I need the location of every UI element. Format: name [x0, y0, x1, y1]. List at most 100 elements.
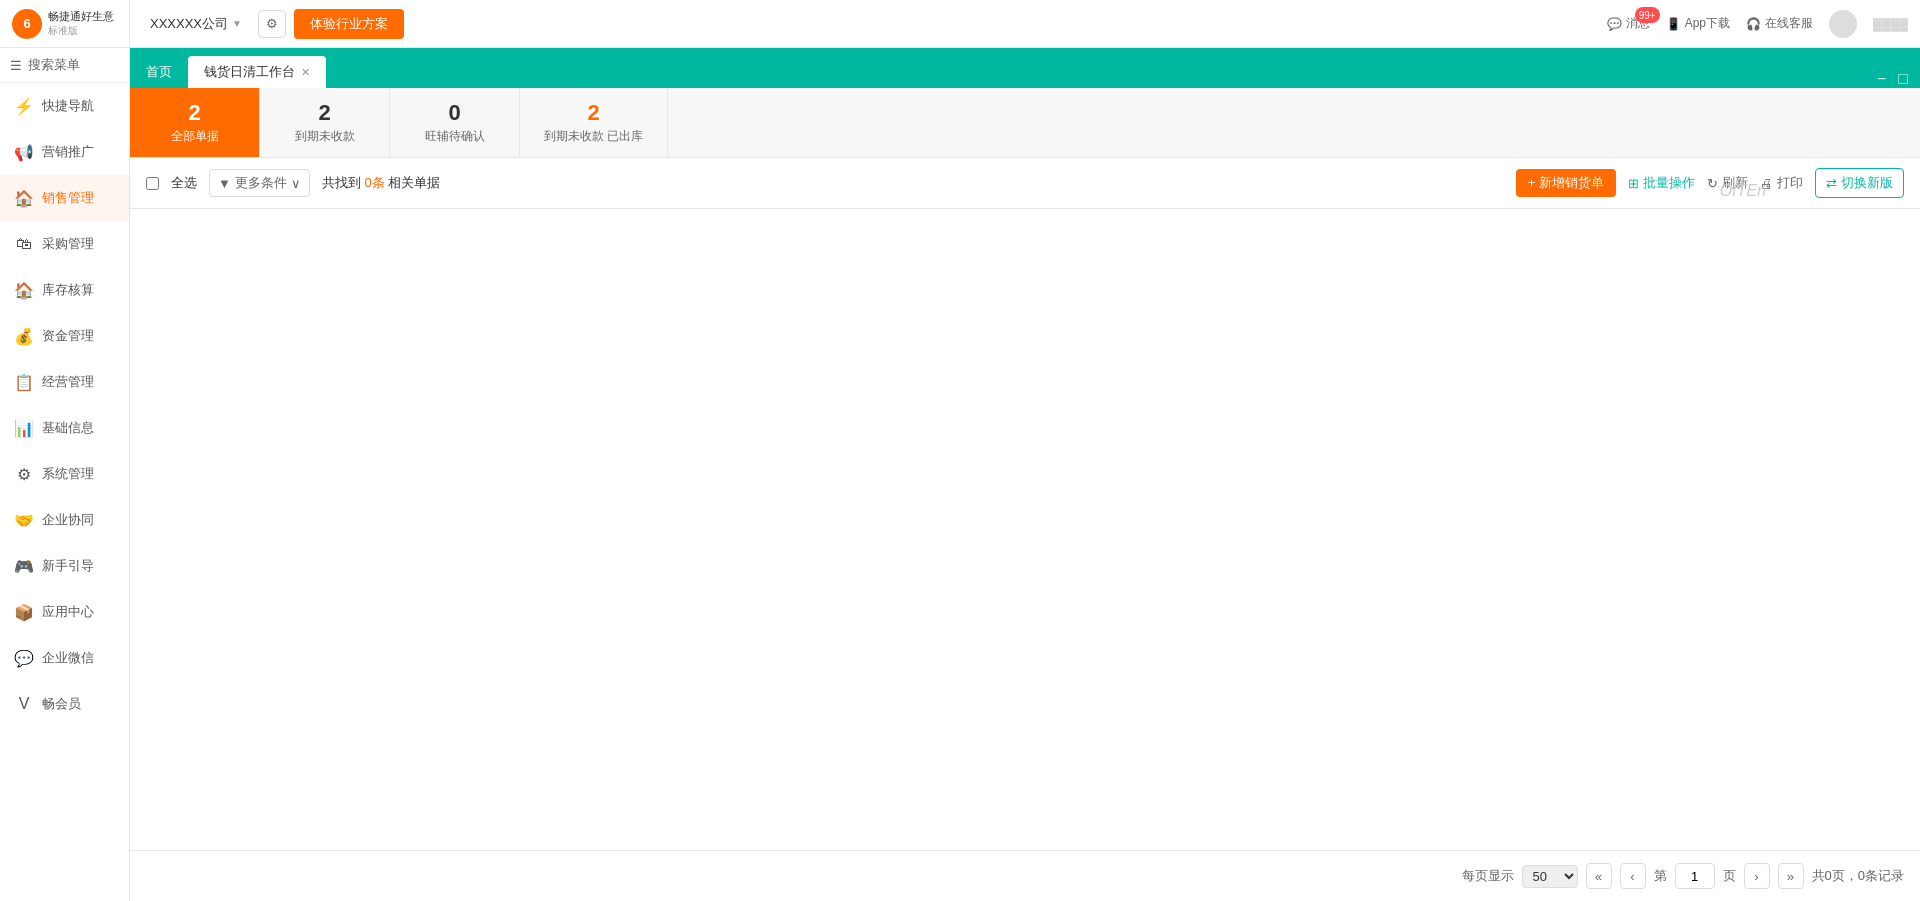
sidebar-item-label: 基础信息: [42, 419, 94, 437]
system-icon: ⚙: [14, 465, 34, 484]
tab-close-icon[interactable]: ✕: [301, 66, 310, 79]
refresh-button[interactable]: ↻ 刷新: [1707, 174, 1748, 192]
print-button[interactable]: 🖨 打印: [1760, 174, 1803, 192]
stat-tab-overdue[interactable]: 2 到期未收款: [260, 88, 390, 157]
sidebar-item-label: 企业微信: [42, 649, 94, 667]
toolbar: 全选 ▼ 更多条件 ∨ 共找到 0条 相关单据 + 新增销货单 ⊞ 批量操作 ↻: [130, 158, 1920, 209]
sidebar-item-basic-info[interactable]: 📊 基础信息: [0, 405, 129, 451]
found-count: 0条: [365, 175, 385, 190]
user-name[interactable]: ▓▓▓▓: [1873, 17, 1908, 31]
select-all-checkbox[interactable]: [146, 177, 159, 190]
sidebar-item-member[interactable]: V 畅会员: [0, 681, 129, 727]
online-service-label: 在线客服: [1765, 15, 1813, 32]
sidebar-nav: ⚡ 快捷导航 📢 营销推广 🏠 销售管理 🛍 采购管理 🏠 库存核算 💰 资金管…: [0, 83, 129, 901]
stat-tab-overdue-shipped[interactable]: 2 到期未收款 已出库: [520, 88, 668, 157]
switch-version-button[interactable]: ⇄ 切换新版: [1815, 168, 1904, 198]
total-info: 共0页，0条记录: [1812, 867, 1904, 885]
sidebar-item-system[interactable]: ⚙ 系统管理: [0, 451, 129, 497]
tab-workbench-label: 钱货日清工作台: [204, 63, 295, 81]
sidebar-item-purchase[interactable]: 🛍 采购管理: [0, 221, 129, 267]
switch-icon: ⇄: [1826, 176, 1837, 191]
page-label: 第: [1654, 867, 1667, 885]
batch-operation-button[interactable]: ⊞ 批量操作: [1628, 174, 1695, 192]
message-button[interactable]: 💬 消息 99+: [1607, 15, 1650, 32]
avatar[interactable]: [1829, 10, 1857, 38]
last-page-button[interactable]: »: [1778, 863, 1804, 889]
sidebar-item-finance[interactable]: 💰 资金管理: [0, 313, 129, 359]
filter-chevron-icon: ∨: [291, 176, 301, 191]
tab-bar: 首页 钱货日清工作台 ✕ − □: [130, 48, 1920, 88]
sidebar: 6 畅捷通好生意 标准版 ☰ 搜索菜单 ⚡ 快捷导航 📢 营销推广 🏠 销售管理…: [0, 0, 130, 901]
filter-label: 更多条件: [235, 174, 287, 192]
stat-num-overdue: 2: [284, 100, 365, 126]
stat-num-wangfu: 0: [414, 100, 495, 126]
inventory-icon: 🏠: [14, 281, 34, 300]
tab-bar-actions: − □: [1865, 70, 1920, 88]
sidebar-item-inventory[interactable]: 🏠 库存核算: [0, 267, 129, 313]
switch-label: 切换新版: [1841, 174, 1893, 192]
filter-button[interactable]: ▼ 更多条件 ∨: [209, 169, 310, 197]
sidebar-item-weixin[interactable]: 💬 企业微信: [0, 635, 129, 681]
purchase-icon: 🛍: [14, 235, 34, 253]
batch-label: 批量操作: [1643, 174, 1695, 192]
add-sales-order-button[interactable]: + 新增销货单: [1516, 169, 1616, 197]
basic-info-icon: 📊: [14, 419, 34, 438]
prev-page-button[interactable]: ‹: [1620, 863, 1646, 889]
sidebar-item-label: 库存核算: [42, 281, 94, 299]
brand-name: 畅捷通好生意: [48, 9, 114, 23]
stat-label-all: 全部单据: [154, 128, 235, 145]
tab-home-label: 首页: [146, 63, 172, 81]
weixin-icon: 💬: [14, 649, 34, 668]
page-number-input[interactable]: [1675, 863, 1715, 889]
minimize-icon[interactable]: −: [1877, 70, 1886, 88]
search-icon: ☰: [10, 58, 22, 73]
settings-icon: ⚙: [266, 16, 278, 31]
sidebar-item-label: 畅会员: [42, 695, 81, 713]
chevron-down-icon: ▼: [232, 18, 242, 29]
sidebar-item-label: 资金管理: [42, 327, 94, 345]
sales-icon: 🏠: [14, 189, 34, 208]
sidebar-item-marketing[interactable]: 📢 营销推广: [0, 129, 129, 175]
sidebar-item-label: 应用中心: [42, 603, 94, 621]
sidebar-item-label: 销售管理: [42, 189, 94, 207]
message-badge: 99+: [1635, 7, 1660, 23]
sidebar-item-cooperation[interactable]: 🤝 企业协同: [0, 497, 129, 543]
online-service-button[interactable]: 🎧 在线客服: [1746, 15, 1813, 32]
logo-icon: 6: [12, 9, 42, 39]
stat-num-overdue-shipped: 2: [544, 100, 643, 126]
stats-row: 2 全部单据 2 到期未收款 0 旺辅待确认 2 到期未收款 已出库: [130, 88, 1920, 158]
maximize-icon[interactable]: □: [1898, 70, 1908, 88]
app-download-button[interactable]: 📱 App下载: [1666, 15, 1730, 32]
brand-sub: 标准版: [48, 24, 114, 38]
stat-tab-wangfu[interactable]: 0 旺辅待确认: [390, 88, 520, 157]
page-suffix: 页: [1723, 867, 1736, 885]
download-icon: 📱: [1666, 17, 1681, 31]
sidebar-item-quick-nav[interactable]: ⚡ 快捷导航: [0, 83, 129, 129]
tab-home[interactable]: 首页: [130, 56, 188, 88]
page-size-select[interactable]: 50 10 20 100: [1522, 865, 1578, 888]
sidebar-item-app-center[interactable]: 📦 应用中心: [0, 589, 129, 635]
toolbar-right: + 新增销货单 ⊞ 批量操作 ↻ 刷新 🖨 打印 ⇄ 切换新版: [1516, 168, 1904, 198]
finance-icon: 💰: [14, 327, 34, 346]
sidebar-item-sales[interactable]: 🏠 销售管理: [0, 175, 129, 221]
message-icon: 💬: [1607, 17, 1622, 31]
tab-workbench[interactable]: 钱货日清工作台 ✕: [188, 56, 326, 88]
first-page-button[interactable]: «: [1586, 863, 1612, 889]
next-page-button[interactable]: ›: [1744, 863, 1770, 889]
found-prefix: 共找到: [322, 175, 361, 190]
search-menu[interactable]: ☰ 搜索菜单: [0, 48, 129, 83]
pagination-bar: 每页显示 50 10 20 100 « ‹ 第 页 › » 共0页，0条记录: [130, 850, 1920, 901]
table-area: [130, 209, 1920, 769]
sidebar-item-operations[interactable]: 📋 经营管理: [0, 359, 129, 405]
print-label: 打印: [1777, 174, 1803, 192]
company-selector[interactable]: XXXXXX公司 ▼: [142, 15, 250, 33]
stat-tab-all[interactable]: 2 全部单据: [130, 88, 260, 157]
sidebar-item-guide[interactable]: 🎮 新手引导: [0, 543, 129, 589]
trial-button[interactable]: 体验行业方案: [294, 9, 404, 39]
found-suffix: 相关单据: [388, 175, 440, 190]
settings-button[interactable]: ⚙: [258, 10, 286, 38]
app-download-label: App下载: [1685, 15, 1730, 32]
sidebar-logo: 6 畅捷通好生意 标准版: [0, 0, 129, 48]
sidebar-item-label: 经营管理: [42, 373, 94, 391]
stat-label-overdue: 到期未收款: [284, 128, 365, 145]
